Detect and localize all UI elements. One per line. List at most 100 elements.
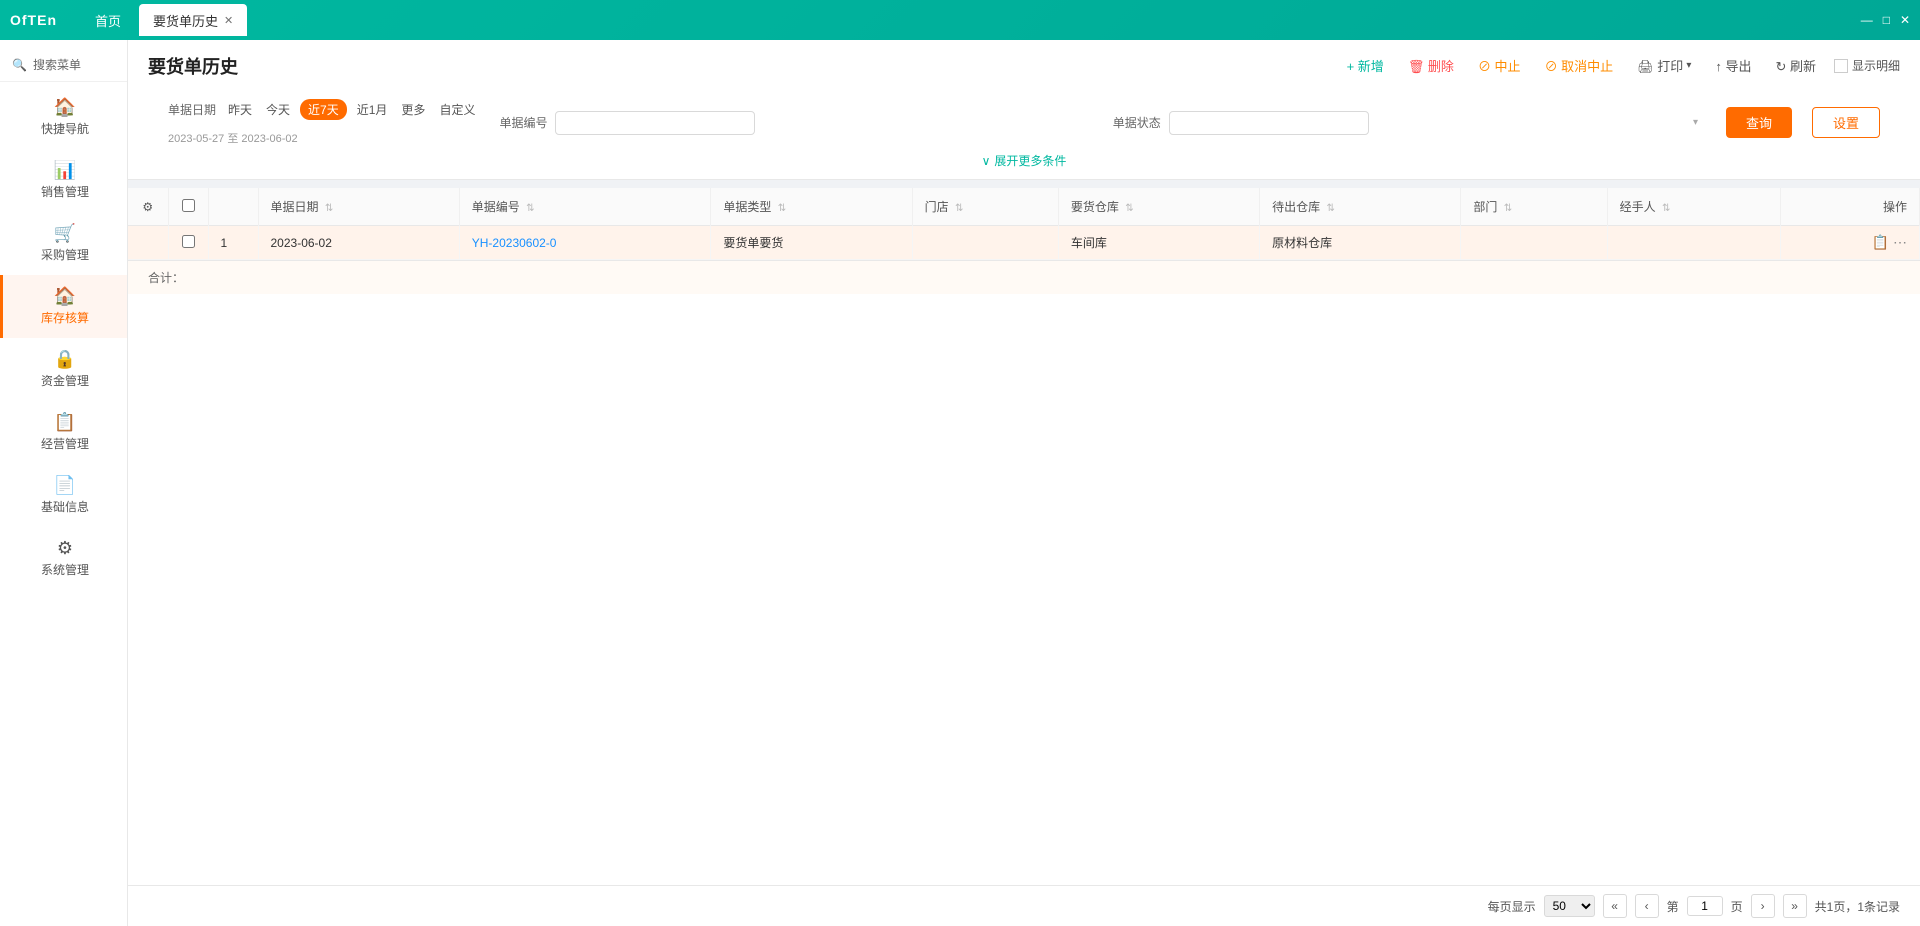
row-checkbox[interactable] (182, 235, 195, 248)
sidebar-item-label: 资金管理 (41, 372, 89, 389)
th-num (208, 188, 258, 226)
more-action-icon[interactable]: ⋯ (1893, 234, 1907, 251)
new-button[interactable]: + 新增 (1341, 52, 1390, 79)
page-label: 第 (1667, 898, 1679, 915)
display-detail-toggle[interactable]: 显示明细 (1834, 57, 1900, 74)
tab-home[interactable]: 首页 (81, 4, 135, 36)
date-btn-custom[interactable]: 自定义 (435, 99, 479, 120)
doc-no-link[interactable]: YH-20230602-0 (472, 236, 557, 250)
td-action: 📋 ⋯ (1781, 226, 1920, 260)
filter-row-1: 单据日期 昨天 今天 近7天 近1月 更多 自定义 2023-05-27 至 2… (168, 99, 1880, 146)
page-suffix: 页 (1731, 898, 1743, 915)
query-button[interactable]: 查询 (1726, 107, 1792, 138)
sidebar-item-inventory[interactable]: 🏠 库存核算 (0, 275, 127, 338)
sidebar-item-operation[interactable]: 📋 经营管理 (0, 401, 127, 464)
next-page-btn[interactable]: › (1751, 894, 1775, 918)
th-settings[interactable]: ⚙ (128, 188, 168, 226)
top-bar: OfTEn 首页 要货单历史 ✕ — □ ✕ (0, 0, 1920, 40)
export-button[interactable]: ↑ 导出 (1709, 52, 1757, 79)
prev-page-btn[interactable]: ‹ (1635, 894, 1659, 918)
sidebar-item-label: 库存核算 (41, 309, 89, 326)
operation-icon: 📋 (54, 413, 76, 431)
base-info-icon: 📄 (54, 476, 76, 494)
refresh-button[interactable]: ↻ 刷新 (1769, 52, 1822, 79)
app-logo: OfTEn (10, 12, 57, 28)
date-range-display: 2023-05-27 至 2023-06-02 (168, 130, 298, 146)
display-detail-checkbox[interactable] (1834, 59, 1848, 73)
minimize-btn[interactable]: — (1861, 13, 1873, 27)
td-doc-no[interactable]: YH-20230602-0 (459, 226, 711, 260)
sort-handler-icon: ⇅ (1662, 203, 1670, 214)
sidebar-search[interactable]: 🔍 搜索菜单 (0, 48, 127, 82)
doc-number-input[interactable] (555, 111, 755, 135)
main-layout: 🔍 搜索菜单 🏠 快捷导航 📊 销售管理 🛒 采购管理 🏠 库存核算 🔒 资金管… (0, 40, 1920, 926)
td-pending-warehouse: 原材料仓库 (1260, 226, 1461, 260)
th-doc-no[interactable]: 单据编号 ⇅ (459, 188, 711, 226)
page-number-input[interactable] (1687, 896, 1723, 916)
date-btn-yesterday[interactable]: 昨天 (224, 99, 256, 120)
table-footer: 合计： (128, 260, 1920, 294)
td-num: 1 (208, 226, 258, 260)
view-action-icon[interactable]: 📋 (1872, 234, 1889, 251)
td-handler (1607, 226, 1781, 260)
per-page-select[interactable]: 50 10 20 100 (1544, 895, 1595, 917)
print-dropdown-icon[interactable]: ▾ (1686, 60, 1691, 71)
search-icon: 🔍 (12, 58, 27, 72)
stop-button[interactable]: ⊘ 中止 (1472, 52, 1527, 79)
select-all-checkbox[interactable] (182, 199, 195, 212)
chevron-down-icon: ∨ (982, 154, 991, 168)
inventory-icon: 🏠 (54, 287, 76, 305)
sidebar-item-purchase[interactable]: 🛒 采购管理 (0, 212, 127, 275)
table-row: 1 2023-06-02 YH-20230602-0 要货单要货 车间库 原材料… (128, 226, 1920, 260)
doc-number-label: 单据编号 (499, 114, 547, 131)
th-store[interactable]: 门店 ⇅ (912, 188, 1058, 226)
th-handler[interactable]: 经手人 ⇅ (1607, 188, 1781, 226)
close-btn[interactable]: ✕ (1900, 13, 1910, 27)
td-doc-type: 要货单要货 (711, 226, 912, 260)
page-header: 要货单历史 + 新增 🗑 删除 ⊘ 中止 ⊘ 取消中止 🖨 打印 ▾ ↑ 导出 … (128, 40, 1920, 180)
settings-button[interactable]: 设置 (1812, 107, 1880, 138)
tab-close-icon[interactable]: ✕ (224, 14, 233, 27)
th-doc-type[interactable]: 单据类型 ⇅ (711, 188, 912, 226)
purchase-icon: 🛒 (54, 224, 76, 242)
first-page-btn[interactable]: « (1603, 894, 1627, 918)
sidebar-item-label: 销售管理 (41, 183, 89, 200)
last-page-btn[interactable]: » (1783, 894, 1807, 918)
sidebar-item-finance[interactable]: 🔒 资金管理 (0, 338, 127, 401)
toolbar: + 新增 🗑 删除 ⊘ 中止 ⊘ 取消中止 🖨 打印 ▾ ↑ 导出 ↻ 刷新 显… (1341, 52, 1900, 79)
td-checkbox[interactable] (168, 226, 208, 260)
date-btn-today[interactable]: 今天 (262, 99, 294, 120)
th-pending-warehouse[interactable]: 待出仓库 ⇅ (1260, 188, 1461, 226)
th-checkbox[interactable] (168, 188, 208, 226)
sidebar-item-base-info[interactable]: 📄 基础信息 (0, 464, 127, 527)
tab-requisition-history[interactable]: 要货单历史 ✕ (139, 4, 247, 36)
sidebar-item-sales[interactable]: 📊 销售管理 (0, 149, 127, 212)
print-button[interactable]: 🖨 打印 ▾ (1631, 52, 1697, 79)
doc-status-select[interactable] (1169, 111, 1369, 135)
sort-docno-icon: ⇅ (526, 203, 534, 214)
td-req-warehouse: 车间库 (1058, 226, 1259, 260)
expand-more-btn[interactable]: ∨ 展开更多条件 (168, 152, 1880, 169)
cancel-stop-button[interactable]: ⊘ 取消中止 (1539, 52, 1620, 79)
expand-more-label: 展开更多条件 (994, 152, 1066, 169)
doc-status-filter: 单据状态 ▾ (1113, 111, 1706, 135)
sidebar-item-label: 快捷导航 (41, 120, 89, 137)
table-header-row: ⚙ 单据日期 ⇅ 单据编号 ⇅ (128, 188, 1920, 226)
maximize-btn[interactable]: □ (1883, 13, 1890, 27)
td-settings (128, 226, 168, 260)
system-icon: ⚙ (57, 539, 73, 557)
page-title: 要货单历史 (148, 53, 238, 79)
td-date: 2023-06-02 (258, 226, 459, 260)
th-dept[interactable]: 部门 ⇅ (1461, 188, 1607, 226)
delete-button[interactable]: 🗑 删除 (1402, 52, 1460, 79)
footer-label: 合计： (148, 269, 184, 286)
sidebar-item-system[interactable]: ⚙ 系统管理 (0, 527, 127, 590)
date-btn-1month[interactable]: 近1月 (353, 99, 392, 120)
sidebar-item-quick-nav[interactable]: 🏠 快捷导航 (0, 86, 127, 149)
th-date[interactable]: 单据日期 ⇅ (258, 188, 459, 226)
th-req-warehouse[interactable]: 要货仓库 ⇅ (1058, 188, 1259, 226)
date-btn-more[interactable]: 更多 (397, 99, 429, 120)
th-action: 操作 (1781, 188, 1920, 226)
filter-area: 单据日期 昨天 今天 近7天 近1月 更多 自定义 2023-05-27 至 2… (148, 89, 1900, 179)
date-btn-7days[interactable]: 近7天 (300, 99, 347, 120)
